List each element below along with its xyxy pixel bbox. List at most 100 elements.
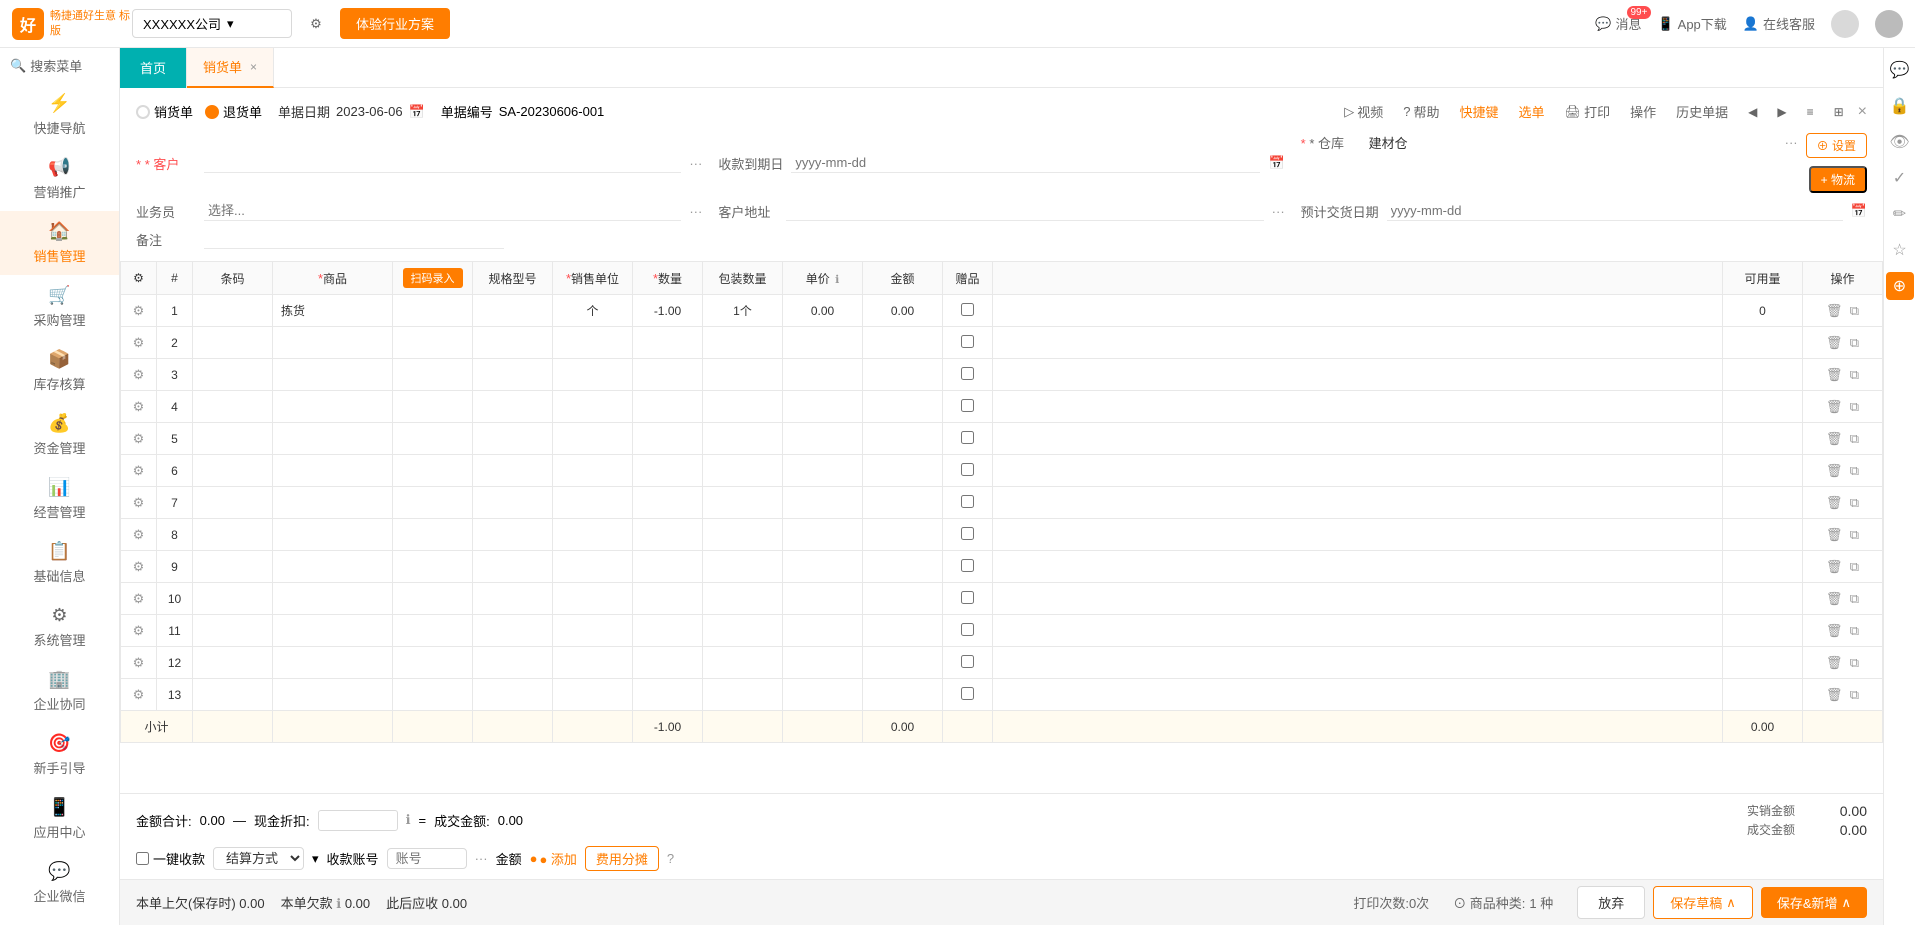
- row-qty[interactable]: [633, 391, 703, 423]
- sidebar-item-sales[interactable]: 🏠 销售管理: [0, 211, 119, 275]
- sidebar-item-quick-nav[interactable]: ⚡ 快捷导航: [0, 83, 119, 147]
- row-qty[interactable]: [633, 359, 703, 391]
- row-delete-icon[interactable]: 🗑: [1826, 559, 1843, 574]
- row-price[interactable]: [783, 583, 863, 615]
- row-delete-icon[interactable]: 🗑: [1826, 399, 1843, 414]
- payment-calendar-icon[interactable]: 📅: [1268, 155, 1284, 171]
- rs-edit-icon[interactable]: ✏: [1886, 200, 1914, 228]
- row-spec[interactable]: [473, 423, 553, 455]
- calendar-icon[interactable]: 📅: [409, 104, 425, 120]
- online-service-button[interactable]: 👤 在线客服: [1743, 14, 1815, 33]
- row-spec[interactable]: [473, 295, 553, 327]
- rs-check-icon[interactable]: ✓: [1886, 164, 1914, 192]
- row-spec[interactable]: [473, 519, 553, 551]
- row-copy-icon[interactable]: ⧉: [1850, 687, 1859, 702]
- operation-btn[interactable]: 操作: [1624, 100, 1662, 123]
- fee-help-icon[interactable]: ?: [667, 851, 674, 866]
- scan-button[interactable]: 扫码录入: [403, 268, 463, 288]
- row-copy-icon[interactable]: ⧉: [1850, 495, 1859, 510]
- sidebar-item-appstore[interactable]: 📱 应用中心: [0, 787, 119, 851]
- avatar[interactable]: [1831, 10, 1859, 38]
- row-gift[interactable]: [943, 679, 993, 711]
- print-btn[interactable]: 🖨 打印: [1559, 100, 1617, 123]
- prev-page-btn[interactable]: ◀: [1742, 103, 1763, 121]
- row-barcode[interactable]: [193, 679, 273, 711]
- row-copy-icon[interactable]: ⧉: [1850, 623, 1859, 638]
- row-delete-icon[interactable]: 🗑: [1826, 367, 1843, 382]
- sidebar-item-guide[interactable]: 🎯 新手引导: [0, 723, 119, 787]
- abandon-button[interactable]: 放弃: [1577, 886, 1645, 919]
- radio-return[interactable]: 退货单: [205, 102, 262, 121]
- row-settings[interactable]: ⚙: [121, 327, 157, 359]
- app-download-button[interactable]: 📱 App下载: [1657, 14, 1726, 33]
- row-barcode[interactable]: [193, 423, 273, 455]
- row-qty[interactable]: [633, 679, 703, 711]
- row-spec[interactable]: [473, 551, 553, 583]
- product-types[interactable]: ⊙ 商品种类: 1 种: [1453, 893, 1553, 912]
- row-qty[interactable]: -1.00: [633, 295, 703, 327]
- row-gift[interactable]: [943, 615, 993, 647]
- sidebar-item-finance[interactable]: 💰 资金管理: [0, 403, 119, 467]
- row-settings[interactable]: ⚙: [121, 551, 157, 583]
- row-barcode[interactable]: [193, 583, 273, 615]
- row-qty[interactable]: [633, 423, 703, 455]
- row-gift[interactable]: [943, 391, 993, 423]
- form-close-btn[interactable]: ×: [1858, 103, 1867, 121]
- row-gift[interactable]: [943, 327, 993, 359]
- row-gift[interactable]: [943, 455, 993, 487]
- logistics-button[interactable]: + 物流: [1809, 166, 1867, 193]
- row-gift[interactable]: [943, 583, 993, 615]
- one-click-payment-checkbox[interactable]: 一键收款: [136, 849, 205, 868]
- sidebar-item-wechat[interactable]: 💬 企业微信: [0, 851, 119, 915]
- row-delete-icon[interactable]: 🗑: [1826, 591, 1843, 606]
- save-draft-button[interactable]: 保存草稿 ∧: [1653, 886, 1753, 919]
- row-gift[interactable]: [943, 647, 993, 679]
- row-price[interactable]: [783, 391, 863, 423]
- row-settings[interactable]: ⚙: [121, 455, 157, 487]
- account-dots[interactable]: ···: [475, 851, 488, 866]
- row-qty[interactable]: [633, 455, 703, 487]
- row-spec[interactable]: [473, 679, 553, 711]
- customer-address-input[interactable]: [786, 201, 1263, 221]
- warehouse-dots[interactable]: ···: [1785, 135, 1798, 150]
- address-dots[interactable]: ···: [1272, 204, 1285, 219]
- rs-star-icon[interactable]: ☆: [1886, 236, 1914, 264]
- row-gift[interactable]: [943, 519, 993, 551]
- expected-calendar-icon[interactable]: 📅: [1851, 203, 1867, 219]
- row-copy-icon[interactable]: ⧉: [1850, 367, 1859, 382]
- row-spec[interactable]: [473, 327, 553, 359]
- row-qty[interactable]: [633, 647, 703, 679]
- row-spec[interactable]: [473, 359, 553, 391]
- row-settings[interactable]: ⚙: [121, 295, 157, 327]
- row-settings[interactable]: ⚙: [121, 423, 157, 455]
- row-qty[interactable]: [633, 583, 703, 615]
- row-spec[interactable]: [473, 487, 553, 519]
- row-delete-icon[interactable]: 🗑: [1826, 335, 1843, 350]
- tab-close-icon[interactable]: ×: [250, 60, 257, 74]
- row-delete-icon[interactable]: 🗑: [1826, 687, 1843, 702]
- row-settings[interactable]: ⚙: [121, 487, 157, 519]
- salesperson-input[interactable]: [204, 201, 681, 221]
- rs-orange-icon[interactable]: ⊕: [1886, 272, 1914, 300]
- row-price[interactable]: 0.00: [783, 295, 863, 327]
- row-copy-icon[interactable]: ⧉: [1850, 463, 1859, 478]
- row-delete-icon[interactable]: 🗑: [1826, 431, 1843, 446]
- row-delete-icon[interactable]: 🗑: [1826, 495, 1843, 510]
- payment-date-input[interactable]: [791, 153, 1260, 173]
- row-price[interactable]: [783, 455, 863, 487]
- row-qty[interactable]: [633, 551, 703, 583]
- row-qty[interactable]: [633, 327, 703, 359]
- row-copy-icon[interactable]: ⧉: [1850, 655, 1859, 670]
- company-selector[interactable]: XXXXXX公司 ▾: [132, 9, 292, 38]
- sidebar-item-purchase[interactable]: 🛒 采购管理: [0, 275, 119, 339]
- row-price[interactable]: [783, 359, 863, 391]
- row-delete-icon[interactable]: 🗑: [1826, 527, 1843, 542]
- row-copy-icon[interactable]: ⧉: [1850, 591, 1859, 606]
- row-qty[interactable]: [633, 519, 703, 551]
- row-copy-icon[interactable]: ⧉: [1850, 335, 1859, 350]
- add-button[interactable]: ● ● 添加: [530, 849, 577, 868]
- row-gift[interactable]: [943, 359, 993, 391]
- setting-button[interactable]: ⊕ 设置: [1806, 133, 1867, 158]
- row-gift[interactable]: [943, 423, 993, 455]
- settings-icon[interactable]: ⚙: [300, 8, 332, 40]
